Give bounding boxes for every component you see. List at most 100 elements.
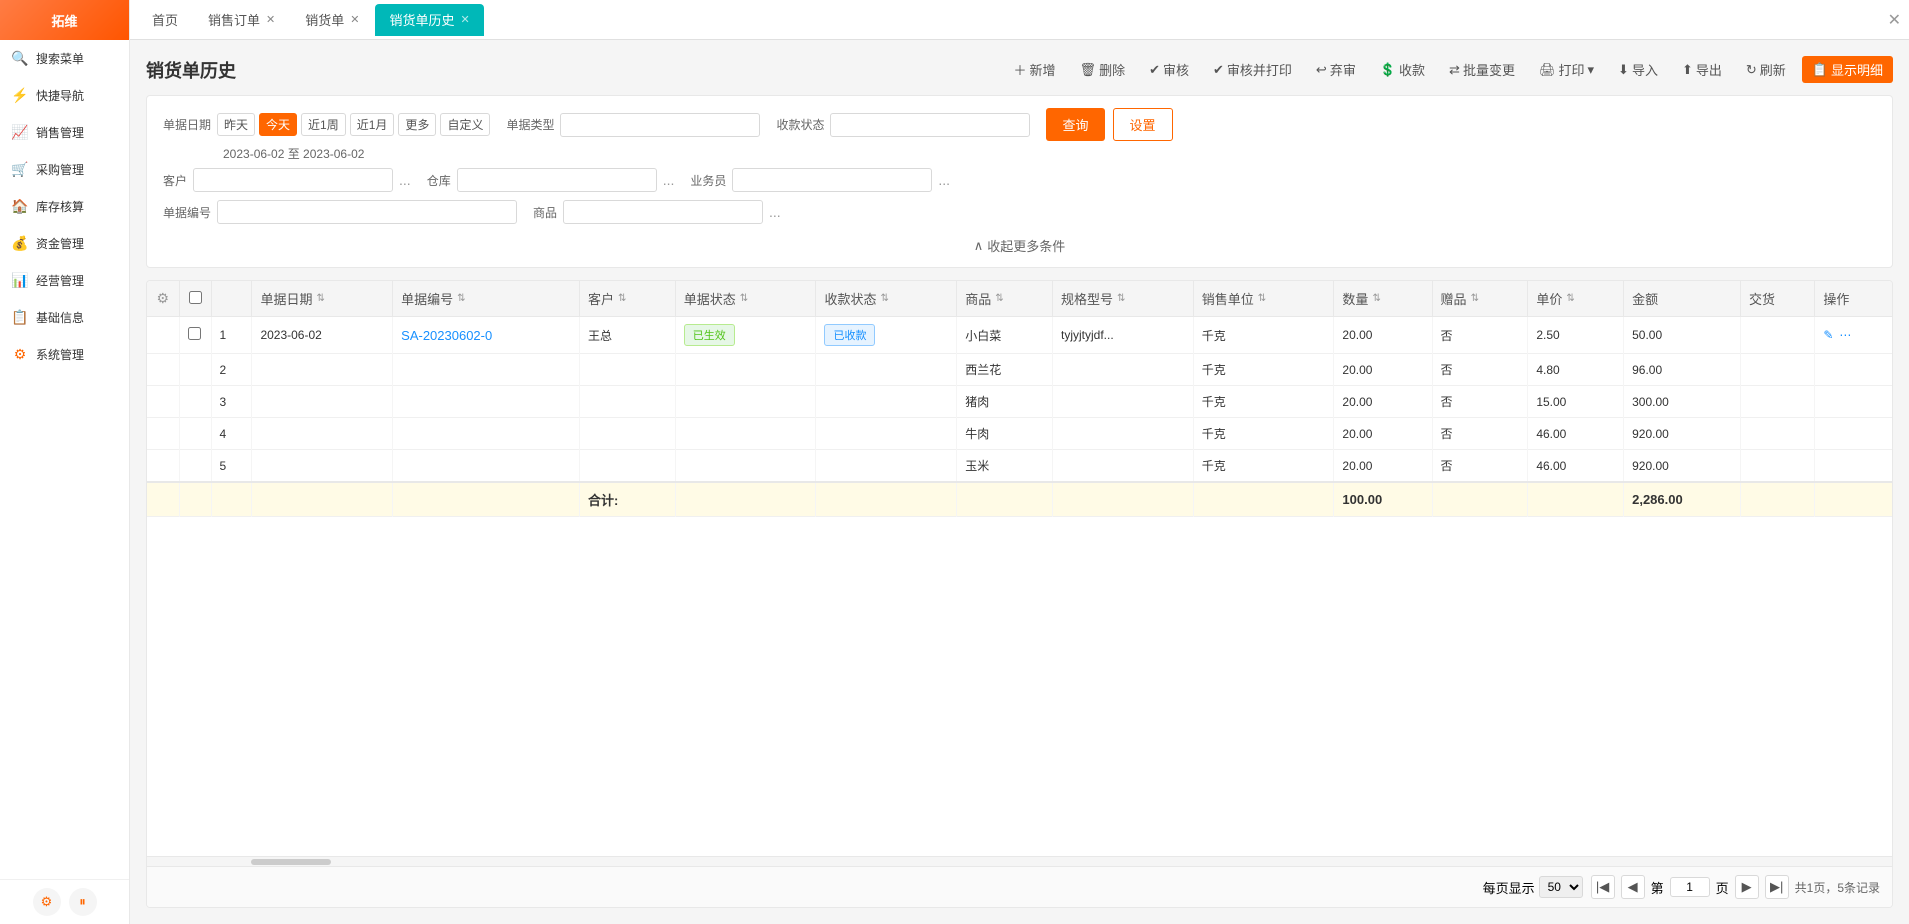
delete-icon: 🗑 [1080,62,1097,78]
import-button[interactable]: ⬇ 导入 [1610,56,1666,83]
close-icon[interactable]: ✕ [350,13,359,26]
sidebar: 拓维 🔍 搜索菜单 ⚡ 快捷导航 📈 销售管理 🛒 采购管理 🏠 库存核算 💰 … [0,0,130,924]
th-quantity[interactable]: 数量 ⇅ [1334,281,1432,317]
th-doc-status[interactable]: 单据状态 ⇅ [675,281,816,317]
bar-chart-icon: 📊 [12,273,28,289]
page-input[interactable] [1670,877,1710,897]
th-goods[interactable]: 商品 ⇅ [957,281,1053,317]
total-row: 合计: 100.00 2,286.00 [147,482,1892,517]
batch-change-button[interactable]: ⇄ 批量变更 [1441,56,1523,83]
toolbar: ＋ 新增 🗑 删除 ✔ 审核 ✔ 审核并打印 ↩ 弃审 [1006,56,1893,83]
collect-status-cell [816,354,957,386]
scrollbar-area[interactable] [147,856,1892,866]
goods-dots[interactable]: ... [769,204,781,220]
doc-no-link[interactable]: SA-20230602-0 [401,328,492,343]
close-icon[interactable]: ✕ [461,13,470,26]
customer-dots[interactable]: ... [399,172,411,188]
doc-status-cell [675,354,816,386]
last-page-btn[interactable]: ▶| [1765,875,1789,899]
abandon-button[interactable]: ↩ 弃审 [1308,56,1364,83]
collect-status-select[interactable] [830,113,1030,137]
date-btn-yesterday[interactable]: 昨天 [217,113,255,136]
export-button[interactable]: ⬆ 导出 [1674,56,1730,83]
doc-type-select[interactable] [560,113,760,137]
sidebar-item-quick-nav[interactable]: ⚡ 快捷导航 [0,77,129,114]
spec-cell [1052,386,1193,418]
settings-cell [147,386,179,418]
prev-page-btn[interactable]: ◀ [1621,875,1645,899]
refresh-button[interactable]: ↻ 刷新 [1738,56,1794,83]
date-cell [252,418,393,450]
dropdown-arrow-icon: ▾ [1588,62,1595,78]
warehouse-input[interactable] [457,168,657,192]
total-settings-cell [147,482,179,517]
th-unit[interactable]: 销售单位 ⇅ [1193,281,1334,317]
sidebar-item-purchase-mgmt[interactable]: 🛒 采购管理 [0,151,129,188]
sidebar-item-inventory-calc[interactable]: 🏠 库存核算 [0,188,129,225]
audit-button[interactable]: ✔ 审核 [1141,56,1197,83]
spec-cell [1052,354,1193,386]
th-customer[interactable]: 客户 ⇅ [579,281,675,317]
sidebar-item-label: 资金管理 [36,235,84,252]
date-range-display: 2023-06-02 至 2023-06-02 [223,147,364,161]
doc-no-input[interactable] [217,200,517,224]
tab-sales-history[interactable]: 销货单历史 ✕ [375,4,483,36]
customer-input[interactable] [193,168,393,192]
total-unit-price-cell [1528,482,1624,517]
total-amount-cell: 2,286.00 [1624,482,1741,517]
query-button[interactable]: 查询 [1046,108,1104,141]
th-collect-status[interactable]: 收款状态 ⇅ [816,281,957,317]
date-btn-month[interactable]: 近1月 [350,113,395,136]
first-page-btn[interactable]: |◀ [1591,875,1615,899]
th-gift[interactable]: 赠品 ⇅ [1432,281,1528,317]
total-info: 共1页，5条记录 [1795,879,1880,896]
table-header-row: ⚙ 单据日期 ⇅ [147,281,1892,317]
date-btn-today[interactable]: 今天 [259,113,297,136]
tab-sales-goods[interactable]: 销货单 ✕ [291,4,373,36]
goods-input[interactable] [563,200,763,224]
date-btn-week[interactable]: 近1周 [301,113,346,136]
tab-home[interactable]: 首页 [138,4,192,36]
scrollbar-thumb[interactable] [251,859,331,865]
sidebar-item-search-menu[interactable]: 🔍 搜索菜单 [0,40,129,77]
audit-print-button[interactable]: ✔ 审核并打印 [1205,56,1300,83]
sidebar-item-sales-mgmt[interactable]: 📈 销售管理 [0,114,129,151]
collapse-btn[interactable]: ∧ 收起更多条件 [163,232,1876,255]
staff-dots[interactable]: ... [938,172,950,188]
next-page-btn[interactable]: ▶ [1735,875,1759,899]
column-settings-icon[interactable]: ⚙ [156,290,169,306]
tab-sales-order[interactable]: 销售订单 ✕ [194,4,289,36]
tab-bar-close-btn[interactable]: ✕ [1888,10,1901,30]
sidebar-item-system-mgmt[interactable]: ⚙ 系统管理 [0,336,129,373]
print-button[interactable]: 🖨 打印 ▾ [1531,56,1602,83]
close-icon[interactable]: ✕ [266,13,275,26]
sidebar-item-label: 销售管理 [36,124,84,141]
sidebar-collapse-btn[interactable]: ⚙ [33,888,61,916]
tab-bar: 首页 销售订单 ✕ 销货单 ✕ 销货单历史 ✕ ✕ [130,0,1909,40]
date-btn-more[interactable]: 更多 [398,113,436,136]
date-btn-custom[interactable]: 自定义 [440,113,490,136]
th-spec[interactable]: 规格型号 ⇅ [1052,281,1193,317]
add-button[interactable]: ＋ 新增 [1006,56,1064,83]
sidebar-item-basic-info[interactable]: 📋 基础信息 [0,299,129,336]
th-doc-no[interactable]: 单据编号 ⇅ [393,281,580,317]
date-cell [252,450,393,483]
collect-status-badge: 已收款 [824,324,875,346]
gift-cell: 否 [1432,354,1528,386]
more-row-btn[interactable]: ⋯ [1839,328,1851,342]
show-detail-button[interactable]: 📋 显示明细 [1802,56,1893,83]
sidebar-pause-btn[interactable]: ⏸ [69,888,97,916]
per-page-select[interactable]: 50 [1539,876,1583,898]
th-date[interactable]: 单据日期 ⇅ [252,281,393,317]
edit-row-btn[interactable]: ✎ [1823,328,1833,342]
staff-input[interactable] [732,168,932,192]
delete-button[interactable]: 🗑 删除 [1072,56,1134,83]
sidebar-item-finance-mgmt[interactable]: 💰 资金管理 [0,225,129,262]
th-unit-price[interactable]: 单价 ⇅ [1528,281,1624,317]
filter-settings-button[interactable]: 设置 [1113,108,1173,141]
warehouse-dots[interactable]: ... [663,172,675,188]
collect-button[interactable]: 💲 收款 [1372,56,1433,83]
sidebar-item-operation-mgmt[interactable]: 📊 经营管理 [0,262,129,299]
row-checkbox[interactable] [188,327,201,340]
select-all-checkbox[interactable] [189,291,202,304]
